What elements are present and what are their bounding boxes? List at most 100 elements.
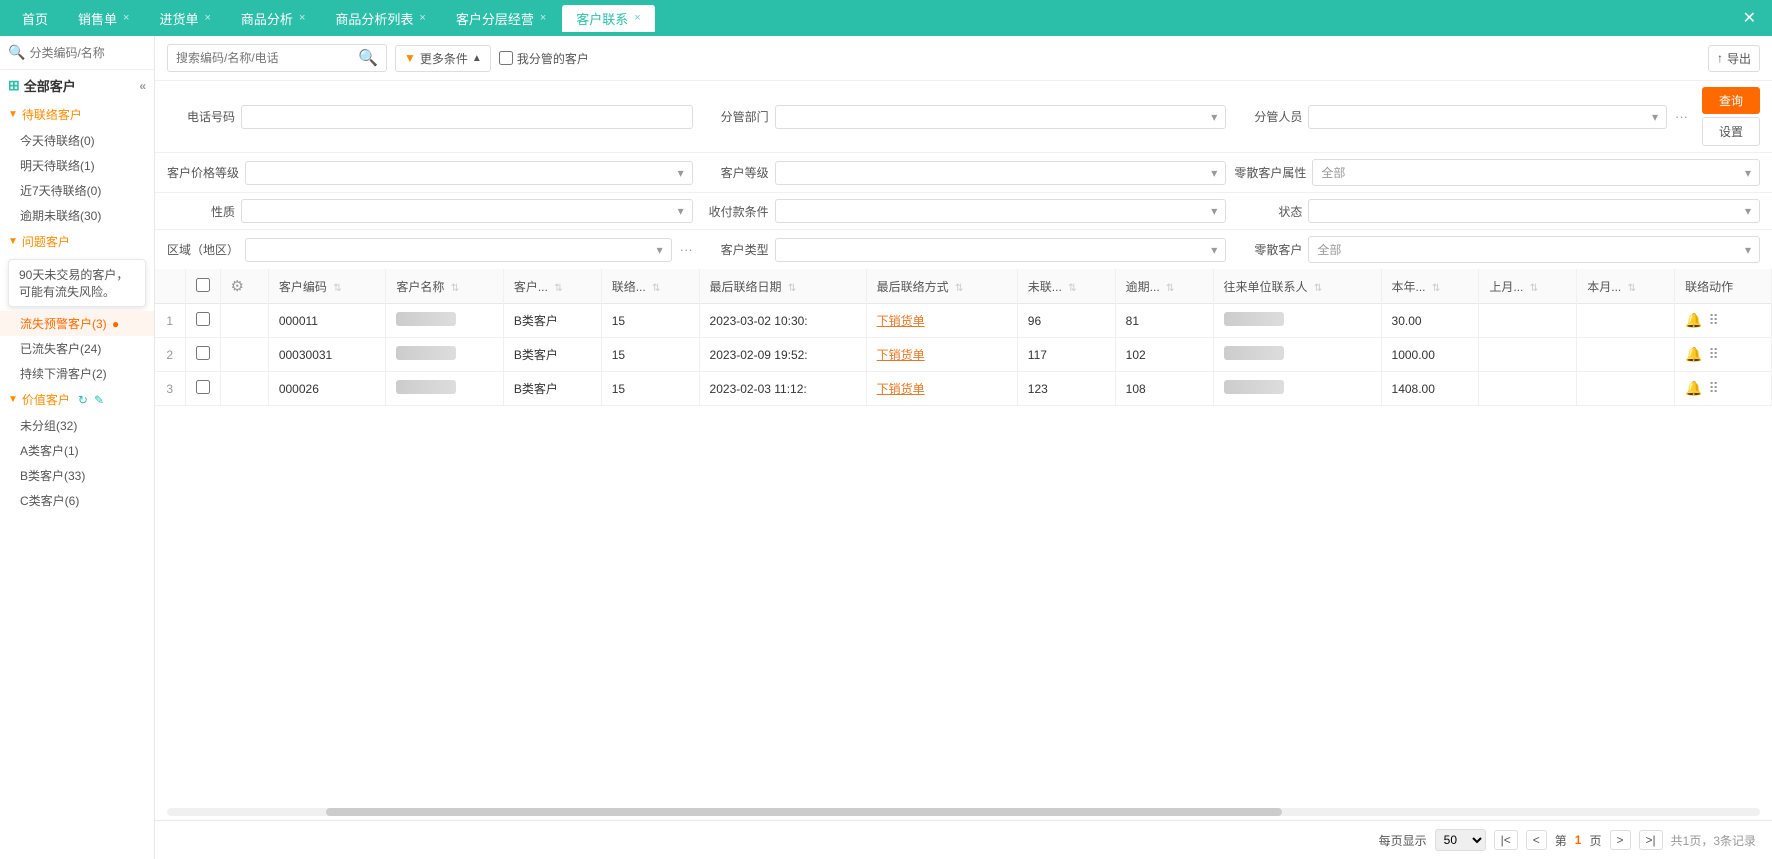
- more-action-icon[interactable]: ⠿: [1709, 346, 1719, 363]
- sidebar-search-input[interactable]: [29, 46, 146, 60]
- search-button[interactable]: 🔍: [358, 48, 378, 68]
- select-all-checkbox[interactable]: [196, 278, 210, 292]
- sidebar-item-declining[interactable]: 持续下滑客户(2): [0, 361, 154, 386]
- sidebar-item-class-a[interactable]: A类客户(1): [0, 438, 154, 463]
- filter-region-label: 区域（地区）: [167, 241, 239, 258]
- close-all-button[interactable]: ✕: [1735, 4, 1764, 32]
- per-page-select[interactable]: 50 100 200: [1435, 829, 1486, 851]
- filter-customer-level-select[interactable]: ▾: [775, 161, 1227, 185]
- last-page-button[interactable]: >|: [1639, 830, 1663, 850]
- settings-icon[interactable]: ⚙: [231, 278, 244, 295]
- close-icon[interactable]: ×: [299, 12, 305, 24]
- top-nav: 首页 销售单 × 进货单 × 商品分析 × 商品分析列表 × 客户分层经营 × …: [0, 0, 1772, 36]
- filter-dept-select[interactable]: ▾: [775, 105, 1227, 129]
- settings-button[interactable]: 设置: [1702, 117, 1760, 146]
- th-checkbox: [185, 269, 220, 304]
- contact-action-icon[interactable]: 🔔: [1685, 312, 1702, 329]
- th-unit-contact: 往来单位联系人 ⇅: [1213, 269, 1381, 304]
- th-last-contact-date: 最后联络日期 ⇅: [699, 269, 866, 304]
- filter-payment-select[interactable]: ▾: [775, 199, 1227, 223]
- next-page-button[interactable]: >: [1610, 830, 1631, 850]
- query-button[interactable]: 查询: [1702, 87, 1760, 114]
- sidebar-item-tomorrow-contact[interactable]: 明天待联络(1): [0, 153, 154, 178]
- sidebar-group-pending-contact[interactable]: ▼ 待联络客户: [0, 101, 154, 128]
- my-customer-checkbox-wrap: 我分管的客户: [499, 50, 589, 67]
- nav-tab-analysis-list[interactable]: 商品分析列表 ×: [321, 5, 439, 32]
- chevron-up-icon: ▲: [472, 53, 482, 64]
- contact-method-link[interactable]: 下销货单: [877, 314, 925, 328]
- more-filter-button[interactable]: ▼ 更多条件 ▲: [395, 45, 491, 72]
- filter-price-level-select[interactable]: ▾: [245, 161, 693, 185]
- sidebar-all-customers[interactable]: ⊞ 全部客户 «: [0, 70, 154, 101]
- total-info: 共1页，3条记录: [1671, 832, 1756, 849]
- sidebar-item-class-c[interactable]: C类客户(6): [0, 488, 154, 513]
- nav-tab-purchase[interactable]: 进货单 ×: [145, 5, 224, 32]
- filter-phone-input[interactable]: [241, 105, 693, 129]
- th-type: 客户... ⇅: [503, 269, 601, 304]
- close-icon[interactable]: ×: [540, 12, 546, 24]
- filter-manager-select[interactable]: ▾: [1308, 105, 1667, 129]
- nav-tab-analysis[interactable]: 商品分析 ×: [227, 5, 319, 32]
- close-icon[interactable]: ×: [204, 12, 210, 24]
- my-customer-checkbox[interactable]: [499, 51, 513, 65]
- close-icon[interactable]: ×: [123, 12, 129, 24]
- filter-customer-level-label: 客户等级: [701, 164, 769, 181]
- more-button[interactable]: ···: [1675, 109, 1688, 124]
- sidebar-item-churned[interactable]: 已流失客户(24): [0, 336, 154, 361]
- filter-retail-customer-label: 零散客户: [1234, 241, 1302, 258]
- more-action-icon[interactable]: ⠿: [1709, 312, 1719, 329]
- close-icon[interactable]: ×: [419, 12, 425, 24]
- filter-customer-type-select[interactable]: ▾: [775, 238, 1227, 262]
- contact-action-icon[interactable]: 🔔: [1685, 380, 1702, 397]
- contact-method-link[interactable]: 下销货单: [877, 382, 925, 396]
- nav-tab-sales[interactable]: 销售单 ×: [64, 5, 143, 32]
- row-select-checkbox[interactable]: [196, 346, 210, 360]
- prev-page-button[interactable]: <: [1526, 830, 1547, 850]
- filter-retail-attr-select[interactable]: 全部 ▾: [1312, 159, 1760, 186]
- filter-status-select[interactable]: ▾: [1308, 199, 1760, 223]
- row-contact-count: 15: [601, 338, 699, 372]
- row-select-checkbox[interactable]: [196, 380, 210, 394]
- row-checkbox: [185, 338, 220, 372]
- first-page-button[interactable]: |<: [1494, 830, 1518, 850]
- row-action-buttons: 🔔 ⠿: [1675, 304, 1772, 338]
- contact-action-icon[interactable]: 🔔: [1685, 346, 1702, 363]
- refresh-icon[interactable]: ↻: [78, 393, 88, 407]
- filter-retail-customer-select[interactable]: 全部 ▾: [1308, 236, 1760, 263]
- filter-dept: 分管部门 ▾: [701, 87, 1227, 146]
- export-button[interactable]: ↑ 导出: [1708, 45, 1760, 72]
- table-row: 2 00030031 B类客户 15 2023-02-09 19:52: 下销货…: [155, 338, 1772, 372]
- edit-icon[interactable]: ✎: [94, 393, 104, 407]
- row-type: B类客户: [503, 372, 601, 406]
- sidebar-item-overdue-contact[interactable]: 逾期未联络(30): [0, 203, 154, 228]
- row-unit-contact: [1213, 372, 1381, 406]
- nav-tab-customer-tier[interactable]: 客户分层经营 ×: [442, 5, 560, 32]
- chevron-down-icon: ▾: [1211, 110, 1217, 124]
- sort-icon: ⇅: [788, 283, 796, 294]
- row-last-contact-method: 下销货单: [866, 372, 1017, 406]
- close-icon[interactable]: ×: [634, 12, 640, 24]
- sidebar-group-value-customers[interactable]: ▼ 价值客户 ↻ ✎: [0, 386, 154, 413]
- sidebar-item-class-b[interactable]: B类客户(33): [0, 463, 154, 488]
- triangle-icon: ▼: [8, 394, 18, 405]
- sidebar-item-churn-warning[interactable]: 流失预警客户(3) ●: [0, 311, 154, 336]
- th-last-month: 上月... ⇅: [1479, 269, 1577, 304]
- search-input[interactable]: [176, 51, 354, 65]
- filter-customer-level: 客户等级 ▾: [701, 159, 1227, 186]
- sidebar-item-7day-contact[interactable]: 近7天待联络(0): [0, 178, 154, 203]
- row-this-year: 1000.00: [1381, 338, 1479, 372]
- filter-nature-select[interactable]: ▾: [241, 199, 693, 223]
- sidebar-group-problem-customers[interactable]: ▼ 问题客户: [0, 228, 154, 255]
- row-checkbox: [185, 372, 220, 406]
- sidebar-item-ungrouped[interactable]: 未分组(32): [0, 413, 154, 438]
- more-action-icon[interactable]: ⠿: [1709, 380, 1719, 397]
- nav-tab-home[interactable]: 首页: [8, 5, 62, 32]
- row-select-checkbox[interactable]: [196, 312, 210, 326]
- filter-region-select[interactable]: ▾: [245, 238, 672, 262]
- nav-tab-customer-contact[interactable]: 客户联系 ×: [562, 5, 654, 32]
- region-more-button[interactable]: ···: [680, 242, 693, 257]
- sidebar-collapse-button[interactable]: «: [139, 79, 146, 93]
- contact-method-link[interactable]: 下销货单: [877, 348, 925, 362]
- sidebar-item-today-contact[interactable]: 今天待联络(0): [0, 128, 154, 153]
- horizontal-scrollbar[interactable]: [167, 808, 1760, 816]
